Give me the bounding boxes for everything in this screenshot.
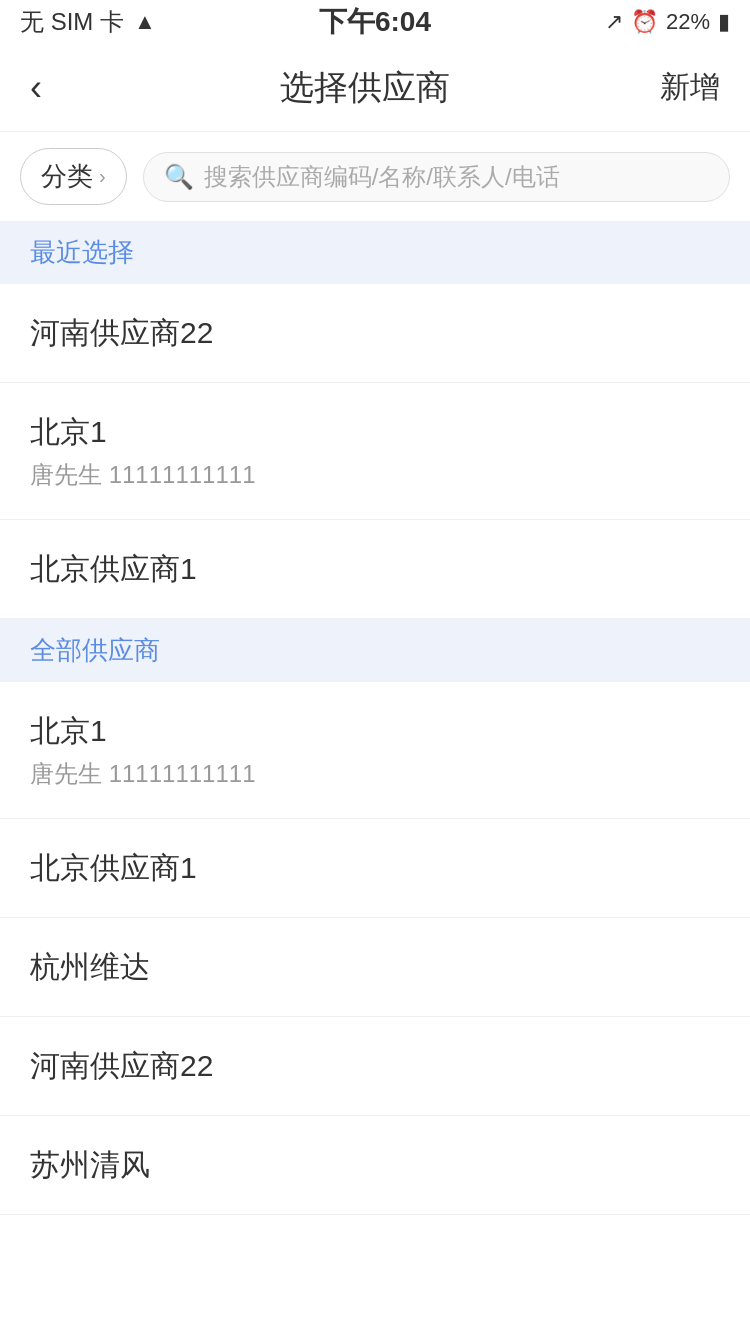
category-label: 分类 <box>41 159 93 194</box>
item-name: 苏州清风 <box>30 1144 720 1186</box>
search-box: 🔍 <box>143 152 730 202</box>
alarm-icon: ⏰ <box>631 9 658 35</box>
status-left: 无 SIM 卡 ▲ <box>20 6 156 38</box>
list-item[interactable]: 北京供应商1 <box>0 520 750 619</box>
nav-bar: ‹ 选择供应商 新增 <box>0 44 750 132</box>
page-title: 选择供应商 <box>90 65 640 111</box>
list-item[interactable]: 北京1 唐先生 11111111111 <box>0 682 750 819</box>
list-item[interactable]: 河南供应商22 <box>0 284 750 383</box>
location-icon: ↗ <box>605 9 623 35</box>
category-button[interactable]: 分类 › <box>20 148 127 205</box>
item-name: 北京1 <box>30 710 720 752</box>
status-right: ↗ ⏰ 22% ▮ <box>605 9 730 35</box>
item-sub: 唐先生 11111111111 <box>30 758 720 790</box>
item-name: 北京供应商1 <box>30 847 720 889</box>
all-section-header: 全部供应商 <box>0 619 750 682</box>
status-time: 下午6:04 <box>319 3 431 41</box>
battery-label: 22% <box>666 9 710 35</box>
item-name: 杭州维达 <box>30 946 720 988</box>
all-list: 北京1 唐先生 11111111111 北京供应商1 杭州维达河南供应商22 苏州清风 <box>0 682 750 1215</box>
status-bar: 无 SIM 卡 ▲ 下午6:04 ↗ ⏰ 22% ▮ <box>0 0 750 44</box>
list-item[interactable]: 北京1 唐先生 11111111111 <box>0 383 750 520</box>
recent-list: 河南供应商22 北京1 唐先生 11111111111 北京供应商1 <box>0 284 750 619</box>
battery-icon: ▮ <box>718 9 730 35</box>
search-icon: 🔍 <box>164 163 194 191</box>
back-button[interactable]: ‹ <box>30 67 90 109</box>
item-name: 河南供应商22 <box>30 1045 720 1087</box>
item-name: 北京1 <box>30 411 720 453</box>
item-name: 北京供应商1 <box>30 548 720 590</box>
new-action-button[interactable]: 新增 <box>640 67 720 108</box>
chevron-right-icon: › <box>99 165 106 188</box>
filter-bar: 分类 › 🔍 <box>0 132 750 221</box>
wifi-icon: ▲ <box>134 9 156 35</box>
list-item[interactable]: 北京供应商1 <box>0 819 750 918</box>
item-name: 河南供应商22 <box>30 312 720 354</box>
recent-section-label: 最近选择 <box>30 237 134 267</box>
recent-section-header: 最近选择 <box>0 221 750 284</box>
list-item[interactable]: 杭州维达 <box>0 918 750 1017</box>
item-sub: 唐先生 11111111111 <box>30 459 720 491</box>
list-item[interactable]: 苏州清风 <box>0 1116 750 1215</box>
carrier-label: 无 SIM 卡 <box>20 6 124 38</box>
all-section-label: 全部供应商 <box>30 635 160 665</box>
search-input[interactable] <box>204 163 709 191</box>
list-item[interactable]: 河南供应商22 <box>0 1017 750 1116</box>
